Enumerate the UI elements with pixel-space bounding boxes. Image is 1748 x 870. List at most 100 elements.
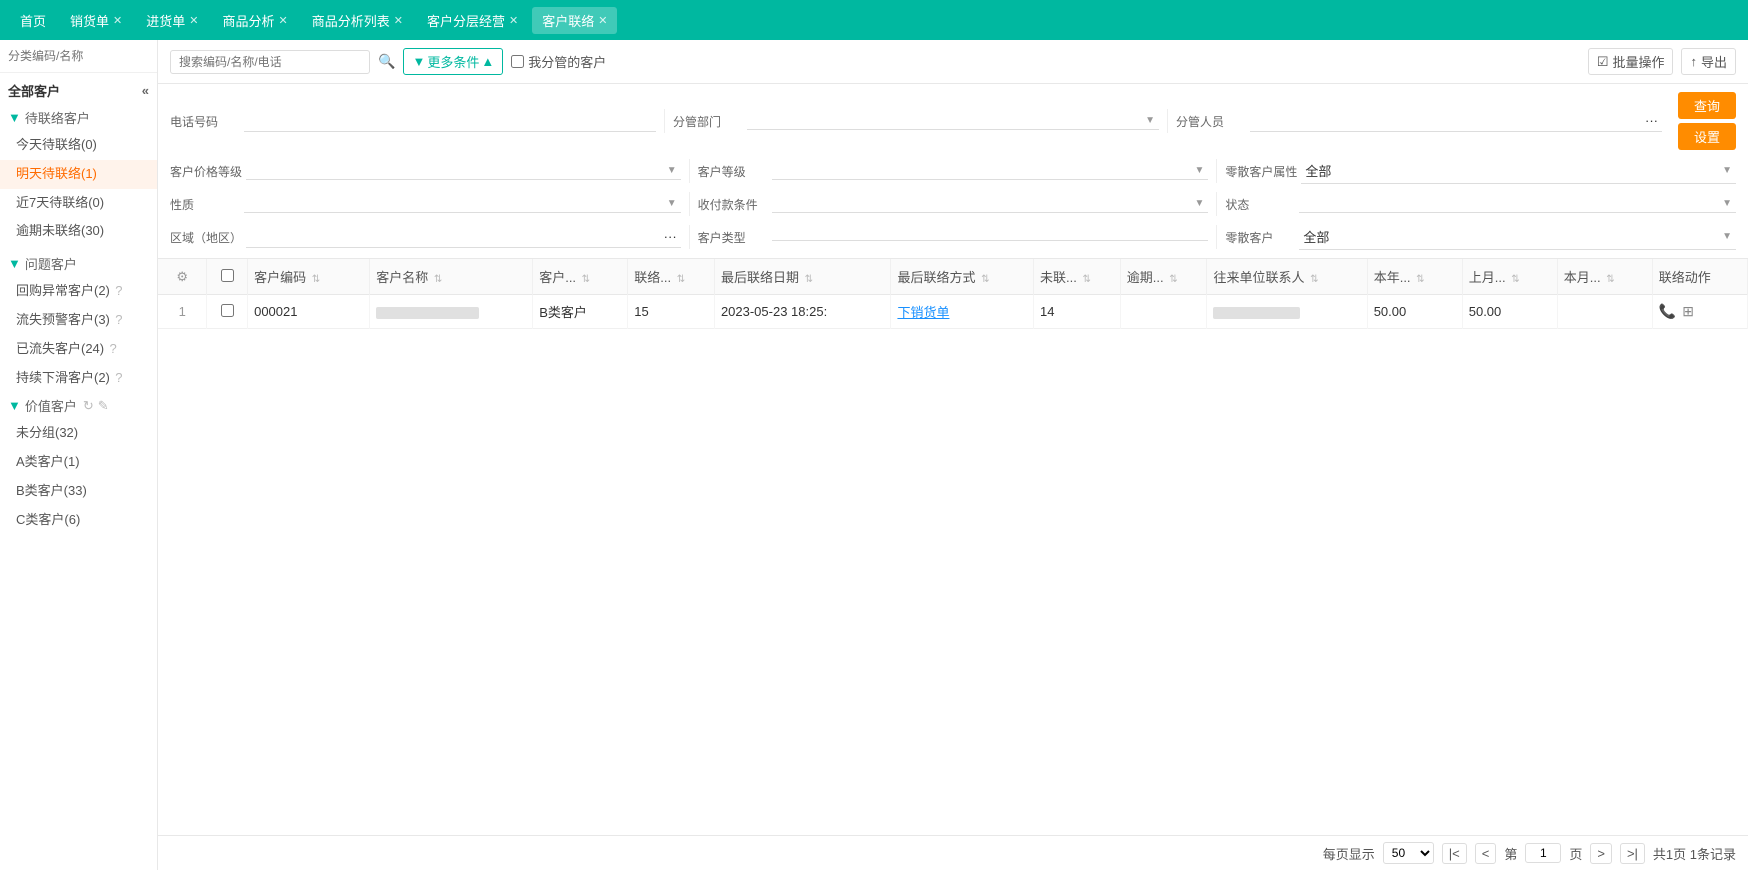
sidebar-item-c-class[interactable]: C类客户(6) — [0, 506, 157, 535]
col-not-contact-sort-icon[interactable]: ⇅ — [1083, 274, 1091, 285]
nav-customer-contact[interactable]: 客户联络 ✕ — [532, 7, 617, 34]
contact-count-value: 15 — [634, 304, 648, 319]
sidebar-item-churned[interactable]: 已流失客户(24) ? — [0, 335, 157, 364]
sidebar-item-declining[interactable]: 持续下滑客户(2) ? — [0, 364, 157, 393]
sidebar-item-tomorrow[interactable]: 明天待联络(1) — [0, 160, 157, 189]
dept-select[interactable]: ▼ — [747, 112, 1159, 130]
col-type-sort-icon[interactable]: ⇅ — [582, 274, 590, 285]
nav-sales-close-icon[interactable]: ✕ — [113, 14, 122, 27]
price-level-select[interactable]: ▼ — [246, 162, 681, 180]
page-size-select[interactable]: 50 100 200 — [1383, 842, 1434, 864]
query-button[interactable]: 查询 — [1678, 92, 1736, 119]
sidebar-item-overdue[interactable]: 逾期未联络(30) — [0, 217, 157, 246]
action-menu-icon[interactable]: ⊞ — [1682, 303, 1694, 320]
sidebar-value-refresh-icon[interactable]: ↻ — [83, 398, 94, 414]
select-all-checkbox[interactable] — [221, 269, 234, 282]
sidebar-item-ungroup[interactable]: 未分组(32) — [0, 419, 157, 448]
nature-chevron-icon: ▼ — [667, 198, 677, 209]
filter-divider-4 — [1216, 159, 1217, 183]
col-this-year-sort-icon[interactable]: ⇅ — [1416, 274, 1424, 285]
retail-attr-select[interactable]: 全部 ▼ — [1301, 158, 1736, 184]
sidebar-churn-warning-help-icon[interactable]: ? — [115, 312, 122, 327]
sidebar-value-edit-icon[interactable]: ✎ — [98, 398, 109, 414]
sidebar-item-b-class[interactable]: B类客户(33) — [0, 477, 157, 506]
sidebar-item-7days[interactable]: 近7天待联络(0) — [0, 189, 157, 218]
payment-select[interactable]: ▼ — [772, 195, 1209, 213]
sidebar-overdue-label: 逾期未联络(30) — [16, 223, 104, 238]
batch-op-button[interactable]: ☑ 批量操作 — [1588, 48, 1674, 75]
sidebar-item-today[interactable]: 今天待联络(0) — [0, 131, 157, 160]
sidebar-item-churn-warning[interactable]: 流失预警客户(3) ? — [0, 306, 157, 335]
dept-chevron-icon: ▼ — [1145, 115, 1155, 126]
settings-icon[interactable]: ⚙ — [176, 269, 188, 284]
sidebar-all-customers[interactable]: 全部客户 « — [0, 73, 157, 104]
nav-customer-tier[interactable]: 客户分层经营 ✕ — [417, 7, 528, 34]
customer-type-value: B类客户 — [539, 305, 587, 320]
col-this-month-sort-icon[interactable]: ⇅ — [1606, 274, 1614, 285]
page-number-input[interactable] — [1525, 843, 1561, 863]
nature-select[interactable]: ▼ — [244, 195, 681, 213]
sidebar-item-a-class[interactable]: A类客户(1) — [0, 448, 157, 477]
col-name-sort-icon[interactable]: ⇅ — [434, 274, 442, 285]
filter-divider-5 — [689, 192, 690, 216]
status-select[interactable]: ▼ — [1299, 195, 1736, 213]
col-last-date-sort-icon[interactable]: ⇅ — [805, 274, 813, 285]
region-select[interactable]: ··· — [246, 226, 681, 248]
search-button[interactable]: 🔍 — [378, 53, 395, 70]
nav-product-list-label: 商品分析列表 — [312, 11, 390, 30]
nav-product-analysis-list[interactable]: 商品分析列表 ✕ — [302, 7, 413, 34]
filter-customer-level: 客户等级 ▼ — [698, 162, 1209, 180]
col-last-method-sort-icon[interactable]: ⇅ — [981, 274, 989, 285]
nav-customer-contact-close-icon[interactable]: ✕ — [598, 14, 607, 27]
col-header-settings[interactable]: ⚙ — [158, 259, 207, 295]
nav-product-list-close-icon[interactable]: ✕ — [394, 14, 403, 27]
last-method-value[interactable]: 下销货单 — [897, 305, 949, 320]
phone-input[interactable] — [244, 111, 656, 132]
nav-purchase-order[interactable]: 进货单 ✕ — [136, 7, 208, 34]
action-phone-icon[interactable]: 📞 — [1659, 303, 1676, 320]
nav-customer-tier-close-icon[interactable]: ✕ — [509, 14, 518, 27]
row-checkbox[interactable] — [221, 304, 234, 317]
sidebar-search-input[interactable] — [8, 49, 158, 63]
reset-button[interactable]: 设置 — [1678, 123, 1736, 150]
nav-purchase-label: 进货单 — [146, 11, 185, 30]
sidebar-collapse-icon[interactable]: « — [142, 83, 149, 98]
col-code-sort-icon[interactable]: ⇅ — [312, 274, 320, 285]
sidebar-churned-help-icon[interactable]: ? — [109, 341, 116, 356]
nav-sales-order[interactable]: 销货单 ✕ — [60, 7, 132, 34]
status-label: 状态 — [1225, 196, 1295, 213]
sidebar-declining-help-icon[interactable]: ? — [115, 370, 122, 385]
col-header-checkbox[interactable] — [207, 259, 248, 295]
nav-product-analysis[interactable]: 商品分析 ✕ — [212, 7, 297, 34]
col-overdue-sort-icon[interactable]: ⇅ — [1169, 274, 1177, 285]
first-page-button[interactable]: |< — [1442, 843, 1467, 864]
sidebar-item-repurchase-abnormal[interactable]: 回购异常客户(2) ? — [0, 277, 157, 306]
nav-product-close-icon[interactable]: ✕ — [279, 14, 288, 27]
nav-sales-label: 销货单 — [70, 11, 109, 30]
retail-select[interactable]: 全部 ▼ — [1299, 224, 1736, 250]
search-input[interactable] — [170, 50, 370, 74]
customer-type-select[interactable] — [772, 234, 1209, 241]
customer-level-select[interactable]: ▼ — [772, 162, 1209, 180]
last-page-button[interactable]: >| — [1620, 843, 1645, 864]
col-unit-contact-sort-icon[interactable]: ⇅ — [1310, 274, 1318, 285]
export-icon: ↑ — [1690, 54, 1697, 69]
more-conditions-button[interactable]: ▼ 更多条件 ▲ — [403, 48, 503, 75]
col-last-month-sort-icon[interactable]: ⇅ — [1511, 274, 1519, 285]
payment-chevron-icon: ▼ — [1194, 198, 1204, 209]
col-header-this-month: 本月... ⇅ — [1557, 259, 1652, 295]
nav-home[interactable]: 首页 — [10, 7, 56, 34]
sidebar-repurchase-help-icon[interactable]: ? — [115, 283, 122, 298]
my-customers-checkbox-label[interactable]: 我分管的客户 — [511, 52, 606, 71]
advanced-filter-panel: 电话号码 分管部门 ▼ 分管人员 ··· — [158, 84, 1748, 259]
col-contact-sort-icon[interactable]: ⇅ — [677, 274, 685, 285]
person-select[interactable]: ··· — [1250, 110, 1662, 132]
prev-page-button[interactable]: < — [1475, 843, 1497, 864]
row-checkbox-cell[interactable] — [207, 295, 248, 329]
my-customers-checkbox[interactable] — [511, 55, 524, 68]
filter-phone: 电话号码 — [170, 111, 656, 132]
nav-purchase-close-icon[interactable]: ✕ — [189, 14, 198, 27]
export-button[interactable]: ↑ 导出 — [1681, 48, 1736, 75]
col-header-type: 客户... ⇅ — [533, 259, 628, 295]
next-page-button[interactable]: > — [1590, 843, 1612, 864]
